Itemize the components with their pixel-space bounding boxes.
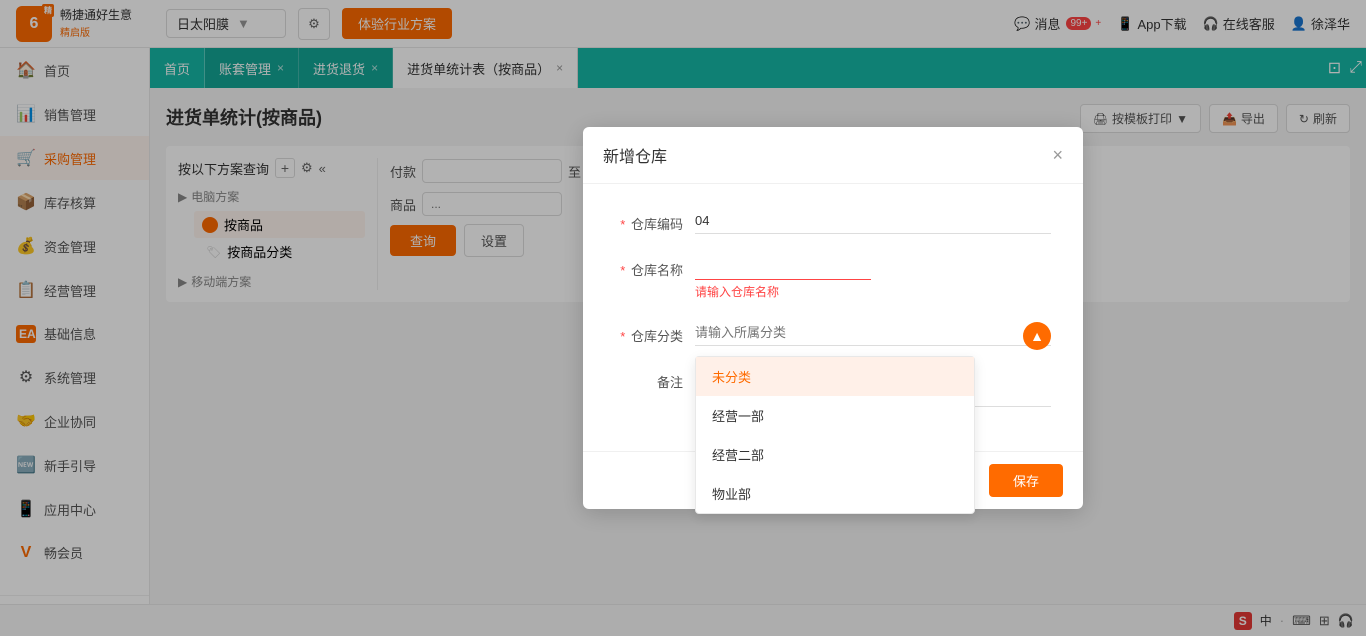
code-form-row: * 仓库编码	[615, 208, 1051, 234]
new-warehouse-dialog: 新增仓库 × * 仓库编码 * 仓库名称 请输入仓库名称 *	[583, 127, 1083, 509]
save-button[interactable]: 保存	[989, 464, 1063, 497]
dropdown-item-3[interactable]: 物业部	[696, 474, 974, 513]
dropdown-item-2[interactable]: 经营二部	[696, 435, 974, 474]
classify-dropdown-toggle[interactable]: ▲	[1023, 322, 1051, 350]
classify-input-wrap: ▲ 未分类 经营一部 经营二部 物业部	[695, 320, 1051, 346]
code-label: * 仓库编码	[615, 208, 695, 233]
dropdown-item-1[interactable]: 经营一部	[696, 396, 974, 435]
name-input-wrap: 请输入仓库名称	[695, 254, 1051, 300]
remark-label: 备注	[615, 366, 695, 391]
chevron-up-icon: ▲	[1030, 328, 1044, 344]
dropdown-item-0[interactable]: 未分类	[696, 357, 974, 396]
code-input[interactable]	[695, 208, 1051, 234]
dialog-title: 新增仓库	[603, 143, 667, 167]
classify-dropdown: 未分类 经营一部 经营二部 物业部	[695, 356, 975, 514]
name-label: * 仓库名称	[615, 254, 695, 279]
name-form-row: * 仓库名称 请输入仓库名称	[615, 254, 1051, 300]
classify-input[interactable]	[695, 320, 1051, 346]
classify-label: * 仓库分类	[615, 320, 695, 345]
dialog-close-button[interactable]: ×	[1052, 145, 1063, 166]
name-input[interactable]	[695, 254, 871, 280]
dialog-body: * 仓库编码 * 仓库名称 请输入仓库名称 * 仓库分类	[583, 184, 1083, 451]
required-marker: *	[620, 217, 625, 232]
dialog-header: 新增仓库 ×	[583, 127, 1083, 184]
name-error-message: 请输入仓库名称	[695, 283, 1051, 300]
classify-form-row: * 仓库分类 ▲ 未分类 经营一部 经营二部 物业部	[615, 320, 1051, 346]
